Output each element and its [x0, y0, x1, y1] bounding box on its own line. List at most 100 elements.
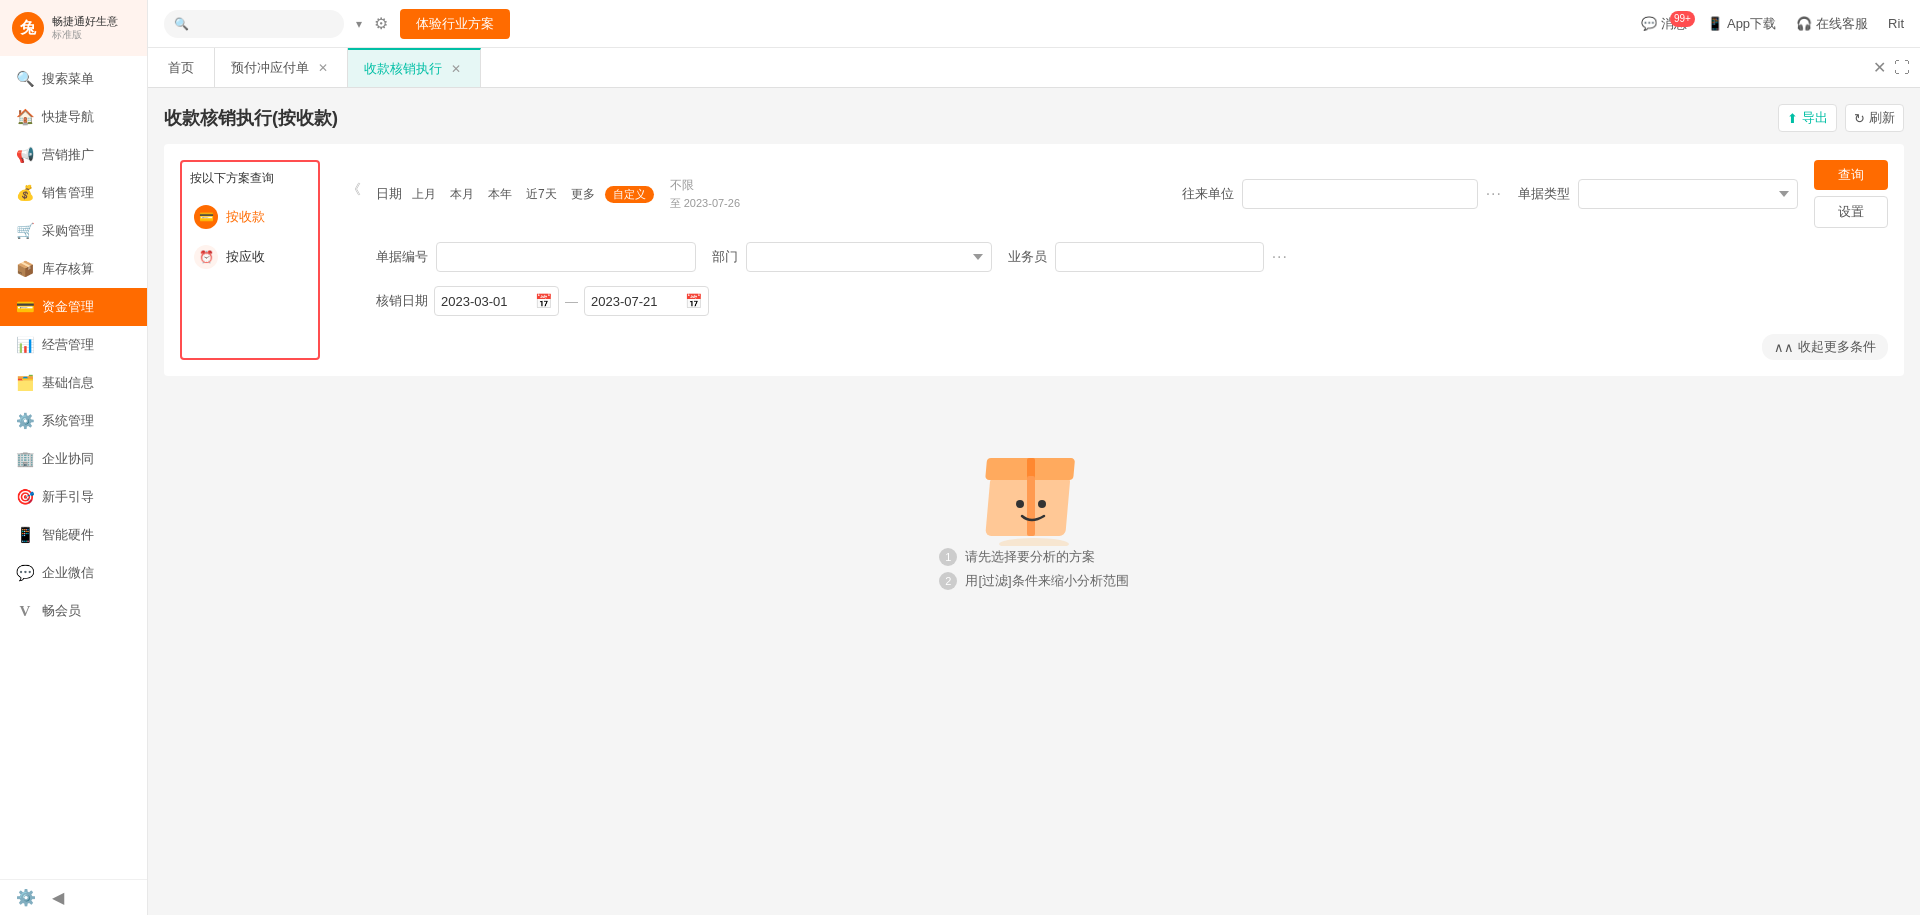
receivable-icon: ⏰: [194, 245, 218, 269]
empty-illustration: [974, 436, 1094, 546]
sidebar-item-purchase[interactable]: 🛒 采购管理: [0, 212, 147, 250]
sales-input[interactable]: [1055, 242, 1264, 272]
filter-option-label: 按应收: [226, 248, 265, 266]
bill-type-group: 单据类型: [1518, 179, 1798, 209]
expand-tab-icon[interactable]: ⛶: [1892, 57, 1912, 79]
close-tab-icon[interactable]: ✕: [1871, 56, 1888, 79]
sidebar-item-search[interactable]: 🔍 搜索菜单: [0, 60, 147, 98]
sidebar-item-label: 智能硬件: [42, 526, 94, 544]
topbar-gear-icon[interactable]: ⚙: [374, 14, 388, 33]
app-logo: 兔 畅捷通好生意 标准版: [0, 0, 147, 56]
verify-date-start[interactable]: [441, 294, 531, 309]
operations-icon: 📊: [16, 336, 34, 354]
search-icon: 🔍: [174, 17, 189, 31]
counterpart-dots[interactable]: ···: [1486, 185, 1502, 203]
sidebar-item-wechat[interactable]: 💬 企业微信: [0, 554, 147, 592]
refresh-icon: ↻: [1854, 111, 1865, 126]
sales-dots[interactable]: ···: [1272, 248, 1288, 266]
bill-type-select[interactable]: [1578, 179, 1798, 209]
sidebar-item-basic[interactable]: 🗂️ 基础信息: [0, 364, 147, 402]
tabbar-actions: ✕ ⛶: [1863, 48, 1920, 87]
tip-text-1: 请先选择要分析的方案: [965, 548, 1095, 566]
filter-scheme-sidebar: 按以下方案查询 💳 按收款 ⏰ 按应收: [180, 160, 320, 360]
guide-icon: 🎯: [16, 488, 34, 506]
filter-form: 日期 上月 本月 本年 近7天 更多 自定义 不限 至 2023-07-26: [376, 160, 1888, 360]
purchase-icon: 🛒: [16, 222, 34, 240]
sidebar-item-operations[interactable]: 📊 经营管理: [0, 326, 147, 364]
inventory-icon: 📦: [16, 260, 34, 278]
collapse-chevron-icon: 《: [347, 181, 361, 199]
tab-home[interactable]: 首页: [148, 48, 215, 87]
calendar-start-icon[interactable]: 📅: [535, 293, 552, 309]
calendar-end-icon[interactable]: 📅: [685, 293, 702, 309]
topbar: 🔍 ▾ ⚙ 体验行业方案 💬 消息 99+ 📱 App下载 🎧 在线客服 Rit: [148, 0, 1920, 48]
query-button[interactable]: 查询: [1814, 160, 1888, 190]
basic-icon: 🗂️: [16, 374, 34, 392]
tab-prepay[interactable]: 预付冲应付单 ✕: [215, 48, 348, 87]
date-btn-last-month[interactable]: 上月: [408, 184, 440, 205]
sidebar-item-label: 经营管理: [42, 336, 94, 354]
message-button[interactable]: 💬 消息 99+: [1641, 15, 1687, 33]
sidebar-item-guide[interactable]: 🎯 新手引导: [0, 478, 147, 516]
sidebar-item-member[interactable]: V 畅会员: [0, 592, 147, 630]
counterpart-input[interactable]: [1242, 179, 1478, 209]
dept-select[interactable]: [746, 242, 992, 272]
settings-button[interactable]: 设置: [1814, 196, 1888, 228]
date-no-limit: 不限: [670, 177, 740, 194]
online-service-button[interactable]: 🎧 在线客服: [1796, 15, 1868, 33]
svg-point-6: [999, 538, 1069, 546]
date-btn-7days[interactable]: 近7天: [522, 184, 561, 205]
bill-no-input[interactable]: [436, 242, 696, 272]
service-label: 在线客服: [1816, 15, 1868, 33]
sidebar: 兔 畅捷通好生意 标准版 🔍 搜索菜单 🏠 快捷导航 📢 营销推广 💰 销售管理…: [0, 0, 148, 915]
collapse-more-button[interactable]: ∧∧ 收起更多条件: [1762, 334, 1888, 360]
export-button[interactable]: ⬆ 导出: [1778, 104, 1837, 132]
sidebar-item-system[interactable]: ⚙️ 系统管理: [0, 402, 147, 440]
dept-label: 部门: [712, 248, 738, 266]
tip-number-2: 2: [939, 572, 957, 590]
topbar-search[interactable]: 🔍: [164, 10, 344, 38]
app-icon: 📱: [1707, 16, 1723, 31]
home-icon: 🏠: [16, 108, 34, 126]
filter-row-1: 日期 上月 本月 本年 近7天 更多 自定义 不限 至 2023-07-26: [376, 160, 1888, 228]
filter-collapse-btn[interactable]: 《: [344, 160, 364, 220]
verify-date-group: 核销日期 📅 — 📅: [376, 286, 709, 316]
app-download-button[interactable]: 📱 App下载: [1707, 15, 1776, 33]
filter-option-by-receivable[interactable]: ⏰ 按应收: [190, 237, 310, 277]
filter-option-by-receipt[interactable]: 💳 按收款: [190, 197, 310, 237]
topbar-chevron-icon[interactable]: ▾: [356, 17, 362, 31]
counterpart-label: 往来单位: [1182, 185, 1234, 203]
sidebar-item-inventory[interactable]: 📦 库存核算: [0, 250, 147, 288]
sidebar-item-quick-nav[interactable]: 🏠 快捷导航: [0, 98, 147, 136]
date-btn-this-year[interactable]: 本年: [484, 184, 516, 205]
verify-date-start-wrap[interactable]: 📅: [434, 286, 559, 316]
receipt-icon: 💳: [194, 205, 218, 229]
verify-date-end-wrap[interactable]: 📅: [584, 286, 709, 316]
date-btn-more[interactable]: 更多: [567, 184, 599, 205]
date-group: 日期 上月 本月 本年 近7天 更多 自定义: [376, 184, 654, 205]
sidebar-item-label: 基础信息: [42, 374, 94, 392]
sidebar-item-sales[interactable]: 💰 销售管理: [0, 174, 147, 212]
sidebar-item-enterprise[interactable]: 🏢 企业协同: [0, 440, 147, 478]
date-custom-badge[interactable]: 自定义: [605, 186, 654, 203]
system-icon: ⚙️: [16, 412, 34, 430]
sidebar-item-finance[interactable]: 💳 资金管理: [0, 288, 147, 326]
user-name[interactable]: Rit: [1888, 16, 1904, 31]
dept-group: 部门: [712, 242, 992, 272]
verify-date-end[interactable]: [591, 294, 681, 309]
refresh-button[interactable]: ↻ 刷新: [1845, 104, 1904, 132]
tab-verify[interactable]: 收款核销执行 ✕: [348, 48, 481, 87]
empty-tips: 1 请先选择要分析的方案 2 用[过滤]条件来缩小分析范围: [939, 548, 1128, 590]
tab-close-prepay[interactable]: ✕: [315, 60, 331, 76]
date-btn-this-month[interactable]: 本月: [446, 184, 478, 205]
filter-row-2: 单据编号 部门 业务员 ···: [376, 242, 1888, 272]
sidebar-item-marketing[interactable]: 📢 营销推广: [0, 136, 147, 174]
collapse-sidebar-icon[interactable]: ◀: [52, 888, 64, 907]
tip-text-2: 用[过滤]条件来缩小分析范围: [965, 572, 1128, 590]
tab-close-verify[interactable]: ✕: [448, 61, 464, 77]
settings-bottom-icon[interactable]: ⚙️: [16, 888, 36, 907]
search-icon: 🔍: [16, 70, 34, 88]
solution-button[interactable]: 体验行业方案: [400, 9, 510, 39]
tabbar: 首页 预付冲应付单 ✕ 收款核销执行 ✕ ✕ ⛶: [148, 48, 1920, 88]
sidebar-item-hardware[interactable]: 📱 智能硬件: [0, 516, 147, 554]
